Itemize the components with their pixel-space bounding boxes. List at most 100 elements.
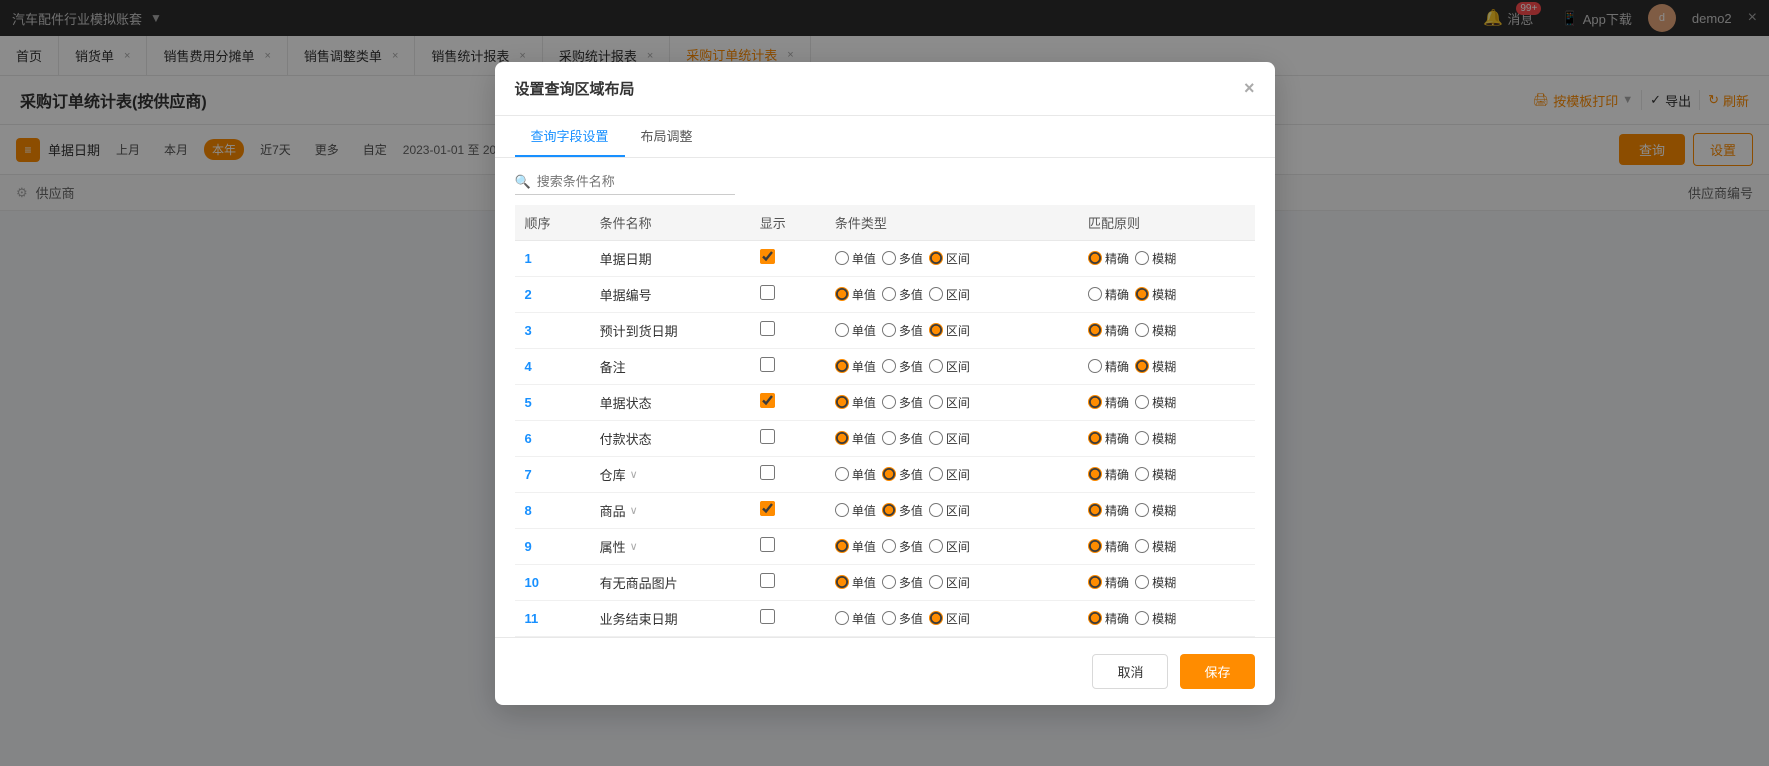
type-type_multi-radio[interactable] (882, 467, 896, 481)
type-type_single-item[interactable]: 单值 (835, 610, 876, 627)
type-type_single-item[interactable]: 单值 (835, 358, 876, 375)
display-checkbox[interactable] (760, 285, 775, 300)
modal-close-btn[interactable]: × (1244, 78, 1255, 99)
match_exact-radio[interactable] (1088, 287, 1102, 301)
display-checkbox[interactable] (760, 573, 775, 588)
type-type_multi-radio[interactable] (882, 503, 896, 517)
type-type_range-item[interactable]: 区间 (929, 322, 970, 339)
match_exact-radio[interactable] (1088, 395, 1102, 409)
display-checkbox[interactable] (760, 429, 775, 444)
type-type_single-radio[interactable] (835, 539, 849, 553)
type-type_multi-item[interactable]: 多值 (882, 466, 923, 483)
type-type_range-item[interactable]: 区间 (929, 574, 970, 591)
match_fuzzy-radio[interactable] (1135, 611, 1149, 625)
modal-tab-fields[interactable]: 查询字段设置 (515, 116, 625, 157)
row-name-wrap[interactable]: 仓库 ∨ (600, 465, 740, 484)
match_exact-radio[interactable] (1088, 431, 1102, 445)
type-type_multi-item[interactable]: 多值 (882, 574, 923, 591)
match_fuzzy-radio[interactable] (1135, 539, 1149, 553)
match_exact-item[interactable]: 精确 (1088, 322, 1129, 339)
type-type_multi-radio[interactable] (882, 287, 896, 301)
type-type_single-item[interactable]: 单值 (835, 466, 876, 483)
type-type_multi-item[interactable]: 多值 (882, 358, 923, 375)
type-type_range-item[interactable]: 区间 (929, 250, 970, 267)
type-type_range-item[interactable]: 区间 (929, 394, 970, 411)
type-type_range-radio[interactable] (929, 467, 943, 481)
type-type_single-item[interactable]: 单值 (835, 502, 876, 519)
type-type_single-item[interactable]: 单值 (835, 394, 876, 411)
match_fuzzy-item[interactable]: 模糊 (1135, 538, 1176, 555)
type-type_single-radio[interactable] (835, 323, 849, 337)
match_fuzzy-item[interactable]: 模糊 (1135, 466, 1176, 483)
match_fuzzy-item[interactable]: 模糊 (1135, 358, 1176, 375)
type-type_single-radio[interactable] (835, 251, 849, 265)
type-type_multi-item[interactable]: 多值 (882, 322, 923, 339)
match_exact-item[interactable]: 精确 (1088, 250, 1129, 267)
match_exact-radio[interactable] (1088, 503, 1102, 517)
type-type_range-radio[interactable] (929, 323, 943, 337)
match_exact-radio[interactable] (1088, 467, 1102, 481)
match_fuzzy-radio[interactable] (1135, 575, 1149, 589)
type-type_range-item[interactable]: 区间 (929, 466, 970, 483)
match_exact-item[interactable]: 精确 (1088, 394, 1129, 411)
save-btn[interactable]: 保存 (1180, 654, 1254, 689)
type-type_range-item[interactable]: 区间 (929, 430, 970, 447)
type-type_single-radio[interactable] (835, 611, 849, 625)
type-type_multi-radio[interactable] (882, 323, 896, 337)
type-type_multi-radio[interactable] (882, 251, 896, 265)
type-type_multi-radio[interactable] (882, 539, 896, 553)
type-type_range-item[interactable]: 区间 (929, 502, 970, 519)
type-type_multi-item[interactable]: 多值 (882, 394, 923, 411)
type-type_single-item[interactable]: 单值 (835, 322, 876, 339)
display-checkbox[interactable] (760, 465, 775, 480)
match_fuzzy-radio[interactable] (1135, 251, 1149, 265)
type-type_range-radio[interactable] (929, 251, 943, 265)
type-type_multi-radio[interactable] (882, 575, 896, 589)
match_exact-item[interactable]: 精确 (1088, 502, 1129, 519)
match_fuzzy-item[interactable]: 模糊 (1135, 574, 1176, 591)
match_fuzzy-item[interactable]: 模糊 (1135, 286, 1176, 303)
type-type_multi-radio[interactable] (882, 431, 896, 445)
type-type_multi-item[interactable]: 多值 (882, 502, 923, 519)
row-name-wrap[interactable]: 商品 ∨ (600, 501, 740, 520)
type-type_range-item[interactable]: 区间 (929, 358, 970, 375)
type-type_single-item[interactable]: 单值 (835, 538, 876, 555)
type-type_multi-radio[interactable] (882, 395, 896, 409)
match_fuzzy-radio[interactable] (1135, 503, 1149, 517)
type-type_multi-item[interactable]: 多值 (882, 538, 923, 555)
match_fuzzy-radio[interactable] (1135, 287, 1149, 301)
type-type_single-item[interactable]: 单值 (835, 286, 876, 303)
match_exact-item[interactable]: 精确 (1088, 610, 1129, 627)
match_exact-item[interactable]: 精确 (1088, 574, 1129, 591)
match_exact-radio[interactable] (1088, 359, 1102, 373)
type-type_single-radio[interactable] (835, 287, 849, 301)
match_exact-radio[interactable] (1088, 539, 1102, 553)
type-type_range-item[interactable]: 区间 (929, 286, 970, 303)
type-type_single-radio[interactable] (835, 359, 849, 373)
type-type_multi-radio[interactable] (882, 611, 896, 625)
match_fuzzy-radio[interactable] (1135, 395, 1149, 409)
type-type_single-item[interactable]: 单值 (835, 574, 876, 591)
display-checkbox[interactable] (760, 321, 775, 336)
match_exact-radio[interactable] (1088, 323, 1102, 337)
display-checkbox[interactable] (760, 357, 775, 372)
match_fuzzy-item[interactable]: 模糊 (1135, 322, 1176, 339)
match_exact-item[interactable]: 精确 (1088, 358, 1129, 375)
display-checkbox[interactable] (760, 249, 775, 264)
match_fuzzy-radio[interactable] (1135, 323, 1149, 337)
type-type_range-item[interactable]: 区间 (929, 610, 970, 627)
type-type_multi-item[interactable]: 多值 (882, 430, 923, 447)
type-type_single-radio[interactable] (835, 467, 849, 481)
match_fuzzy-item[interactable]: 模糊 (1135, 394, 1176, 411)
type-type_range-radio[interactable] (929, 287, 943, 301)
type-type_range-radio[interactable] (929, 611, 943, 625)
type-type_range-radio[interactable] (929, 395, 943, 409)
type-type_multi-item[interactable]: 多值 (882, 286, 923, 303)
match_fuzzy-item[interactable]: 模糊 (1135, 610, 1176, 627)
type-type_multi-radio[interactable] (882, 359, 896, 373)
match_exact-item[interactable]: 精确 (1088, 466, 1129, 483)
type-type_range-item[interactable]: 区间 (929, 538, 970, 555)
match_exact-item[interactable]: 精确 (1088, 430, 1129, 447)
type-type_range-radio[interactable] (929, 503, 943, 517)
row-name-wrap[interactable]: 属性 ∨ (600, 537, 740, 556)
